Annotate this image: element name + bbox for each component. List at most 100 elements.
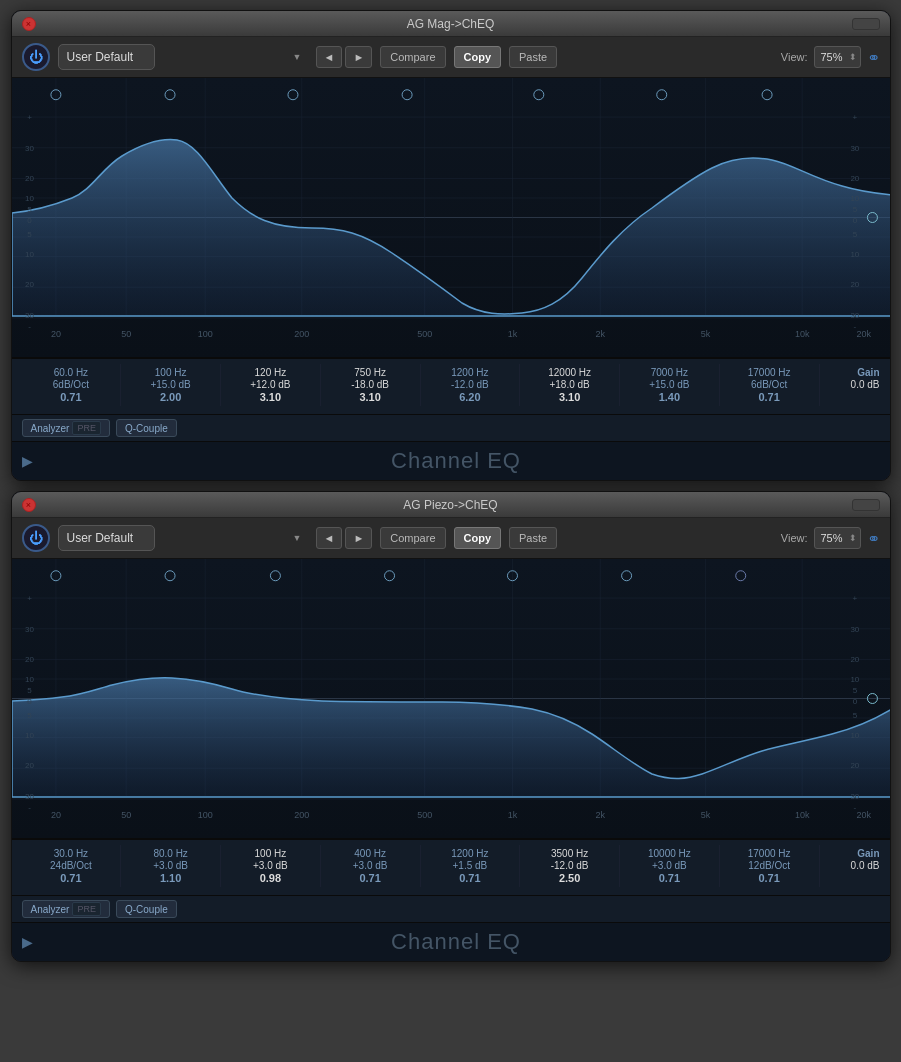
svg-text:30: 30 [25,625,34,634]
analyzer-button-2[interactable]: Analyzer PRE [22,900,110,918]
svg-text:0: 0 [852,216,857,225]
play-button-1[interactable]: ▶ [22,453,33,469]
band-1-6-q: 3.10 [559,391,580,403]
band-2-5-freq: 1200 Hz [451,848,488,859]
band-1-4-q: 3.10 [359,391,380,403]
compare-button-1[interactable]: Compare [380,46,445,68]
close-button-1[interactable]: × [22,17,36,31]
preset-dropdown-2[interactable]: User Default [58,525,155,551]
band-1-1-param: 6dB/Oct [53,379,89,390]
title-bar-2: × AG Piezo->ChEQ [12,492,890,518]
svg-text:20: 20 [850,280,859,289]
band-2-8-freq: 17000 Hz [748,848,791,859]
bottom-controls-1: Analyzer PRE Q-Couple [12,414,890,441]
eq-band-1-4: 750 Hz -18.0 dB 3.10 [321,364,421,406]
eq-handle-2-band2[interactable] [165,571,175,581]
eq-window-1: × AG Mag->ChEQ ⏻ User Default ◄ ► Compar… [11,10,891,481]
svg-text:10: 10 [25,194,34,203]
nav-prev-button-1[interactable]: ◄ [316,46,343,68]
svg-text:10: 10 [850,675,859,684]
copy-button-2[interactable]: Copy [454,527,502,549]
svg-text:20: 20 [25,280,34,289]
window-title-1: AG Mag->ChEQ [407,17,495,31]
link-button-2[interactable]: ⚭ [867,529,880,548]
band-1-8-freq: 17000 Hz [748,367,791,378]
svg-text:10: 10 [850,731,859,740]
eq-band-1-2: 100 Hz +15.0 dB 2.00 [121,364,221,406]
svg-text:20: 20 [50,329,60,339]
band-2-6-q: 2.50 [559,872,580,884]
eq-handle-band4[interactable] [402,90,412,100]
qcouple-button-2[interactable]: Q-Couple [116,900,177,918]
nav-next-button-2[interactable]: ► [345,527,372,549]
copy-button-1[interactable]: Copy [454,46,502,68]
band-2-1-q: 0.71 [60,872,81,884]
eq-display-2[interactable]: 20 50 100 200 500 1k 2k 5k 10k 20k + 30 … [12,559,890,839]
svg-text:2k: 2k [595,810,605,820]
svg-text:1k: 1k [507,329,517,339]
nav-btn-group-2: ◄ ► [316,527,373,549]
svg-text:100: 100 [197,810,212,820]
analyzer-button-1[interactable]: Analyzer PRE [22,419,110,437]
eq-handle-2-band6[interactable] [621,571,631,581]
svg-text:50: 50 [121,810,131,820]
eq-handle-2-band7[interactable] [735,571,745,581]
svg-text:20: 20 [850,761,859,770]
svg-text:-: - [853,803,856,812]
eq-handle-2-band3[interactable] [270,571,280,581]
eq-handle-2-band4[interactable] [384,571,394,581]
svg-text:10: 10 [850,250,859,259]
compare-button-2[interactable]: Compare [380,527,445,549]
eq-handle-band5[interactable] [533,90,543,100]
svg-text:30: 30 [850,144,859,153]
band-2-2-q: 1.10 [160,872,181,884]
preset-dropdown-1[interactable]: User Default [58,44,155,70]
eq-band-2-7: 10000 Hz +3.0 dB 0.71 [620,845,720,887]
paste-button-1[interactable]: Paste [509,46,557,68]
power-button-2[interactable]: ⏻ [22,524,50,552]
controls-bar-2: ⏻ User Default ◄ ► Compare Copy Paste Vi… [12,518,890,559]
view-label-2: View: [781,532,808,544]
eq-handle-band3[interactable] [287,90,297,100]
preset-wrapper-1: User Default [58,44,308,70]
view-label-1: View: [781,51,808,63]
close-button-2[interactable]: × [22,498,36,512]
link-button-1[interactable]: ⚭ [867,48,880,67]
band-2-2-freq: 80.0 Hz [153,848,187,859]
minimize-button-2[interactable] [852,499,880,511]
eq-display-1[interactable]: 20 50 100 200 500 1k 2k 5k 10k 20k + 30 … [12,78,890,358]
eq-gain-2: Gain 0.0 dB [820,845,880,887]
view-controls-1: View: 75% ⚭ [781,46,880,68]
svg-text:5k: 5k [700,810,710,820]
paste-button-2[interactable]: Paste [509,527,557,549]
svg-text:30: 30 [850,311,859,320]
svg-text:5: 5 [852,686,857,695]
band-2-5-q: 0.71 [459,872,480,884]
view-dropdown-1[interactable]: 75% [814,46,861,68]
svg-text:-: - [853,322,856,331]
band-1-8-param: 6dB/Oct [751,379,787,390]
band-1-1-freq: 60.0 Hz [54,367,88,378]
band-1-5-freq: 1200 Hz [451,367,488,378]
eq-handle-band7[interactable] [762,90,772,100]
minimize-button-1[interactable] [852,18,880,30]
svg-text:5: 5 [852,230,857,239]
svg-text:5: 5 [27,686,32,695]
nav-prev-button-2[interactable]: ◄ [316,527,343,549]
view-dropdown-2[interactable]: 75% [814,527,861,549]
qcouple-button-1[interactable]: Q-Couple [116,419,177,437]
eq-handle-band6[interactable] [656,90,666,100]
svg-text:5: 5 [27,205,32,214]
power-button-1[interactable]: ⏻ [22,43,50,71]
bottom-controls-2: Analyzer PRE Q-Couple [12,895,890,922]
channel-eq-label-1: Channel EQ [33,448,880,474]
svg-text:-: - [28,322,31,331]
svg-text:10k: 10k [794,329,809,339]
band-2-4-param: +3.0 dB [353,860,388,871]
eq-handle-band2[interactable] [165,90,175,100]
svg-text:200: 200 [294,810,309,820]
svg-text:+: + [27,594,32,603]
nav-next-button-1[interactable]: ► [345,46,372,68]
play-button-2[interactable]: ▶ [22,934,33,950]
svg-text:1k: 1k [507,810,517,820]
